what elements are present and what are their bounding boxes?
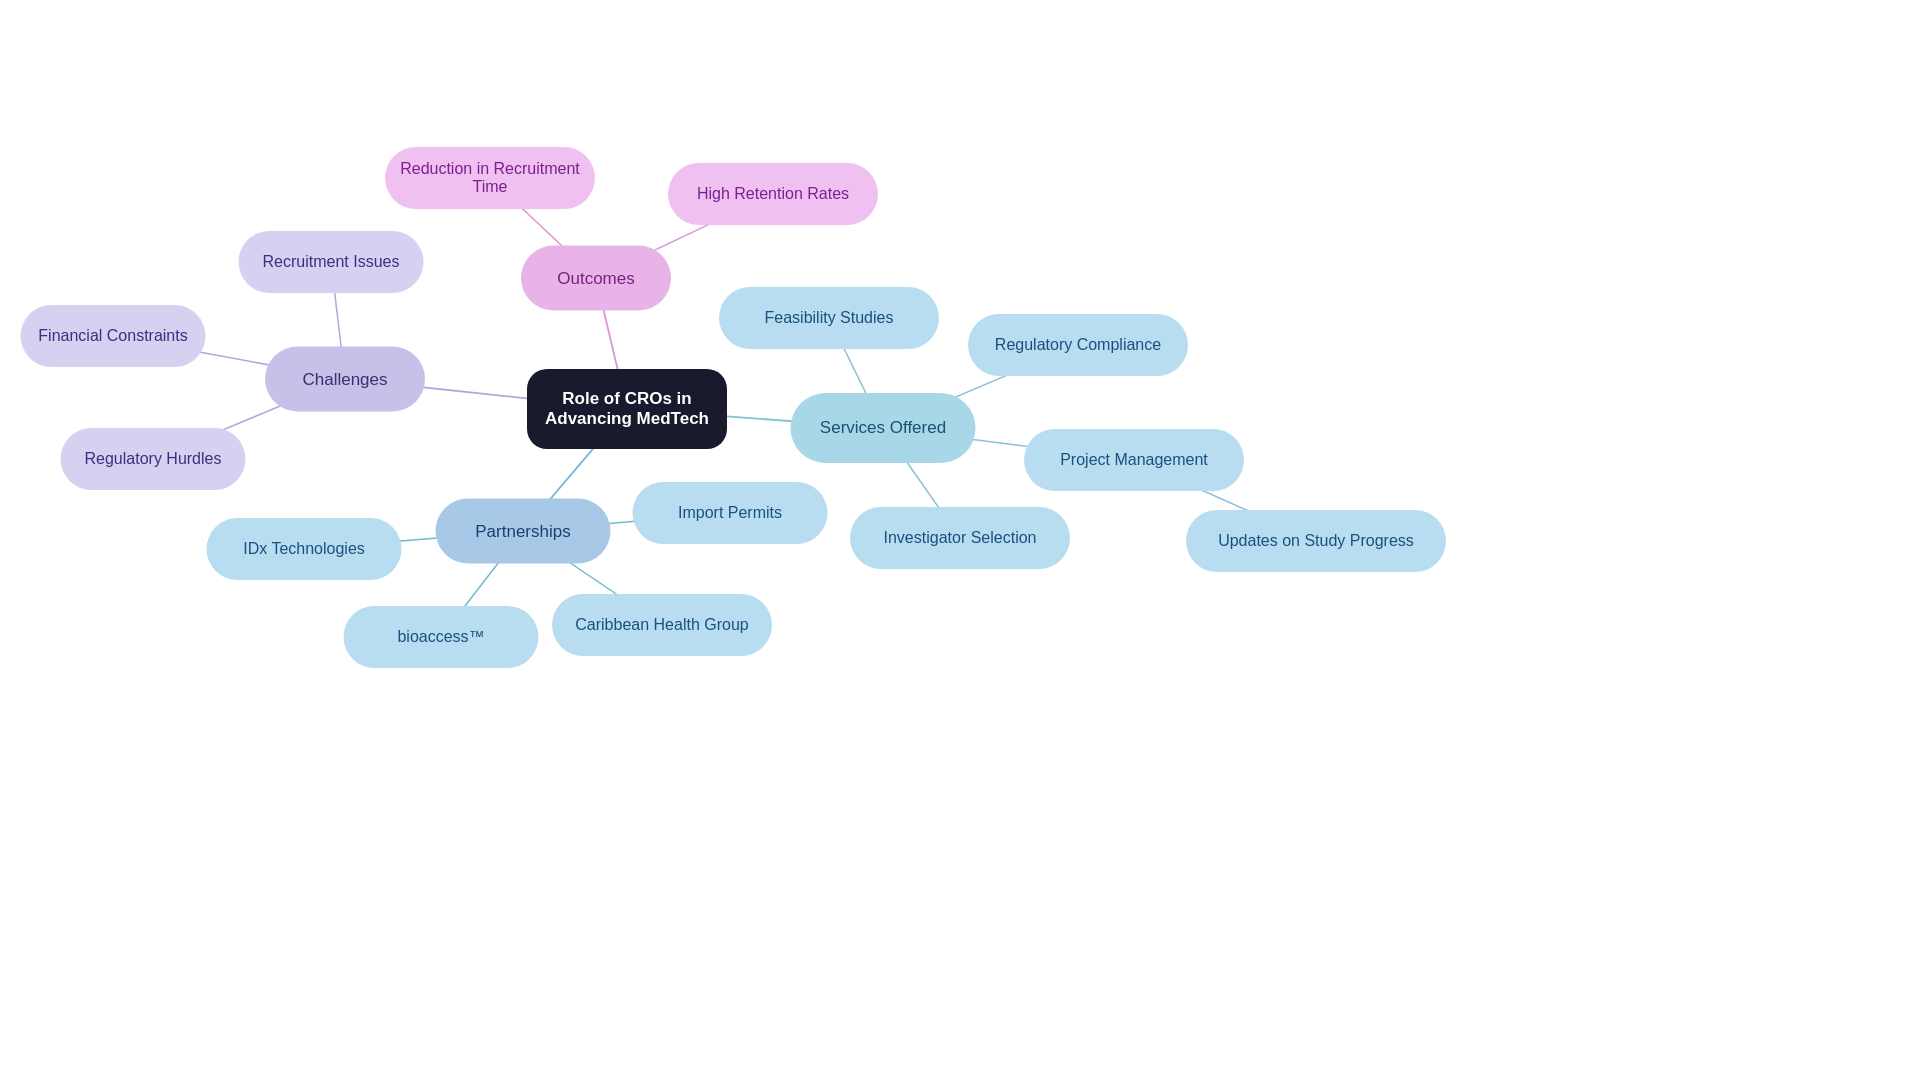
high-retention-node[interactable]: High Retention Rates	[668, 163, 878, 225]
bioaccess-node[interactable]: bioaccess™	[344, 606, 539, 668]
feasibility-studies-node[interactable]: Feasibility Studies	[719, 287, 939, 349]
regulatory-hurdles-node[interactable]: Regulatory Hurdles	[61, 428, 246, 490]
investigator-selection-node[interactable]: Investigator Selection	[850, 507, 1070, 569]
services-node[interactable]: Services Offered	[791, 393, 976, 463]
idx-technologies-node[interactable]: IDx Technologies	[207, 518, 402, 580]
regulatory-compliance-node[interactable]: Regulatory Compliance	[968, 314, 1188, 376]
project-management-node[interactable]: Project Management	[1024, 429, 1244, 491]
caribbean-health-node[interactable]: Caribbean Health Group	[552, 594, 772, 656]
updates-study-node[interactable]: Updates on Study Progress	[1186, 510, 1446, 572]
reduction-recruitment-node[interactable]: Reduction in Recruitment Time	[385, 147, 595, 209]
partnerships-node[interactable]: Partnerships	[436, 499, 611, 564]
recruitment-issues-node[interactable]: Recruitment Issues	[239, 231, 424, 293]
challenges-node[interactable]: Challenges	[265, 347, 425, 412]
outcomes-node[interactable]: Outcomes	[521, 246, 671, 311]
financial-constraints-node[interactable]: Financial Constraints	[21, 305, 206, 367]
import-permits-node[interactable]: Import Permits	[633, 482, 828, 544]
mind-map: Role of CROs in Advancing MedTech Challe…	[0, 0, 1920, 1083]
center-node[interactable]: Role of CROs in Advancing MedTech	[527, 369, 727, 449]
